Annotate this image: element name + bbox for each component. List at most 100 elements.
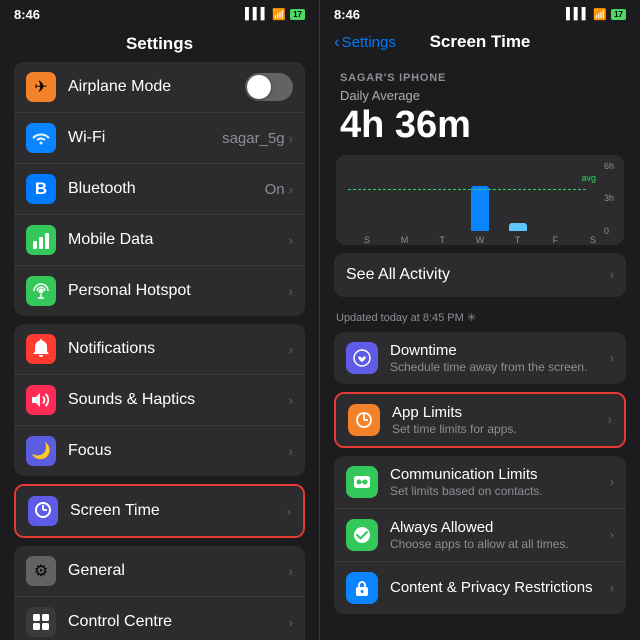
sounds-haptics-icon xyxy=(26,385,56,415)
airplane-mode-row[interactable]: ✈ Airplane Mode xyxy=(14,62,305,113)
content-privacy-title: Content & Privacy Restrictions xyxy=(390,579,610,596)
sounds-haptics-row[interactable]: Sounds & Haptics › xyxy=(14,375,305,426)
app-limits-subtitle: Set time limits for apps. xyxy=(392,422,608,436)
content-privacy-row[interactable]: Content & Privacy Restrictions › xyxy=(334,562,626,614)
right-status-icons: ▌▌▌ 📶 17 xyxy=(566,8,626,21)
wifi-row[interactable]: Wi-Fi sagar_5g › xyxy=(14,113,305,164)
right-status-bar: 8:46 ▌▌▌ 📶 17 xyxy=(320,0,640,28)
general-row[interactable]: ⚙ General › xyxy=(14,546,305,597)
focus-row[interactable]: 🌙 Focus › xyxy=(14,426,305,476)
left-status-bar: 8:46 ▌▌▌ 📶 17 xyxy=(0,0,319,28)
airplane-mode-toggle[interactable] xyxy=(245,73,293,101)
sounds-haptics-chevron: › xyxy=(289,393,293,408)
see-activity-group: See All Activity › xyxy=(334,253,626,297)
chart-y-0: 0 xyxy=(604,226,614,236)
control-centre-icon xyxy=(26,607,56,637)
control-centre-row[interactable]: Control Centre › xyxy=(14,597,305,640)
notifications-row[interactable]: Notifications › xyxy=(14,324,305,375)
bar-s1 xyxy=(358,226,376,231)
chart-y-3h: 3h xyxy=(604,193,614,203)
mobile-data-chevron: › xyxy=(289,233,293,248)
downtime-row[interactable]: Downtime Schedule time away from the scr… xyxy=(334,332,626,384)
communication-limits-text: Communication Limits Set limits based on… xyxy=(390,466,610,498)
back-button[interactable]: ‹ Settings xyxy=(334,32,396,52)
bluetooth-value: On xyxy=(265,181,285,198)
app-limits-chevron: › xyxy=(608,412,612,427)
back-chevron-icon: ‹ xyxy=(334,32,340,52)
bar-t2 xyxy=(509,223,527,231)
app-limits-text: App Limits Set time limits for apps. xyxy=(392,404,608,436)
bluetooth-row[interactable]: B Bluetooth On › xyxy=(14,164,305,215)
see-activity-chevron: › xyxy=(610,267,614,282)
screen-time-icon xyxy=(28,496,58,526)
always-allowed-subtitle: Choose apps to allow at all times. xyxy=(390,537,610,551)
mobile-data-row[interactable]: Mobile Data › xyxy=(14,215,305,266)
back-label: Settings xyxy=(342,34,396,51)
app-limits-highlighted-group[interactable]: App Limits Set time limits for apps. › xyxy=(334,392,626,448)
bar-f xyxy=(546,226,564,231)
mobile-data-icon xyxy=(26,225,56,255)
right-panel: 8:46 ▌▌▌ 📶 17 ‹ Settings Screen Time SAG… xyxy=(320,0,640,640)
downtime-group: Downtime Schedule time away from the scr… xyxy=(334,332,626,384)
notifications-group: Notifications › Sounds & Haptics › 🌙 Foc… xyxy=(14,324,305,476)
bluetooth-label: Bluetooth xyxy=(68,180,265,198)
notifications-label: Notifications xyxy=(68,340,289,358)
bar-m xyxy=(396,226,414,231)
downtime-subtitle: Schedule time away from the screen. xyxy=(390,360,610,374)
notifications-chevron: › xyxy=(289,342,293,357)
downtime-text: Downtime Schedule time away from the scr… xyxy=(390,342,610,374)
bluetooth-icon: B xyxy=(26,174,56,204)
screen-time-highlighted-group[interactable]: Screen Time › xyxy=(14,484,305,538)
wifi-value: sagar_5g xyxy=(222,130,285,147)
right-status-time: 8:46 xyxy=(334,7,360,22)
signal-icon: ▌▌▌ xyxy=(245,8,268,20)
bluetooth-chevron: › xyxy=(289,182,293,197)
screen-time-header: ‹ Settings Screen Time xyxy=(320,28,640,60)
chart-bar-t2 xyxy=(509,223,527,231)
chart-label-t1: T xyxy=(430,235,454,245)
mobile-data-label: Mobile Data xyxy=(68,231,289,249)
screen-time-row[interactable]: Screen Time › xyxy=(16,486,303,536)
connectivity-group: ✈ Airplane Mode Wi-Fi sagar_5g › B Bluet… xyxy=(14,62,305,316)
always-allowed-row[interactable]: Always Allowed Choose apps to allow at a… xyxy=(334,509,626,562)
communication-limits-row[interactable]: Communication Limits Set limits based on… xyxy=(334,456,626,509)
general-group: ⚙ General › Control Centre › xyxy=(14,546,305,640)
wifi-label: Wi-Fi xyxy=(68,129,222,147)
chart-y-6h: 6h xyxy=(604,161,614,171)
app-limits-row[interactable]: App Limits Set time limits for apps. › xyxy=(336,394,624,446)
left-panel: 8:46 ▌▌▌ 📶 17 Settings ✈ Airplane Mode xyxy=(0,0,320,640)
chart-label-s1: S xyxy=(355,235,379,245)
left-status-time: 8:46 xyxy=(14,7,40,22)
right-wifi-status-icon: 📶 xyxy=(593,8,607,21)
airplane-mode-icon: ✈ xyxy=(26,72,56,102)
communication-group: Communication Limits Set limits based on… xyxy=(334,456,626,614)
chart-bar-s1 xyxy=(358,226,376,231)
communication-limits-icon xyxy=(346,466,378,498)
chart-bar-f xyxy=(546,226,564,231)
see-activity-row[interactable]: See All Activity › xyxy=(334,253,626,297)
bar-s2 xyxy=(584,226,602,231)
chart-bar-w xyxy=(471,186,489,231)
settings-list: ✈ Airplane Mode Wi-Fi sagar_5g › B Bluet… xyxy=(0,62,319,640)
app-limits-icon xyxy=(348,404,380,436)
wifi-icon xyxy=(26,123,56,153)
control-centre-chevron: › xyxy=(289,615,293,630)
focus-icon: 🌙 xyxy=(26,436,56,466)
personal-hotspot-icon xyxy=(26,276,56,306)
chart-label-w: W xyxy=(468,235,492,245)
always-allowed-title: Always Allowed xyxy=(390,519,610,536)
chart-bar-t1 xyxy=(433,226,451,231)
bar-t1 xyxy=(433,226,451,231)
left-status-icons: ▌▌▌ 📶 17 xyxy=(245,8,305,21)
notifications-icon xyxy=(26,334,56,364)
personal-hotspot-row[interactable]: Personal Hotspot › xyxy=(14,266,305,316)
general-icon: ⚙ xyxy=(26,556,56,586)
right-signal-icon: ▌▌▌ xyxy=(566,8,589,20)
updated-label: Updated today at 8:45 PM ✳ xyxy=(320,305,640,332)
chart-bar-s2 xyxy=(584,226,602,231)
content-privacy-icon xyxy=(346,572,378,604)
focus-chevron: › xyxy=(289,444,293,459)
downtime-title: Downtime xyxy=(390,342,610,359)
general-label: General xyxy=(68,562,289,580)
wifi-status-icon: 📶 xyxy=(272,8,286,21)
